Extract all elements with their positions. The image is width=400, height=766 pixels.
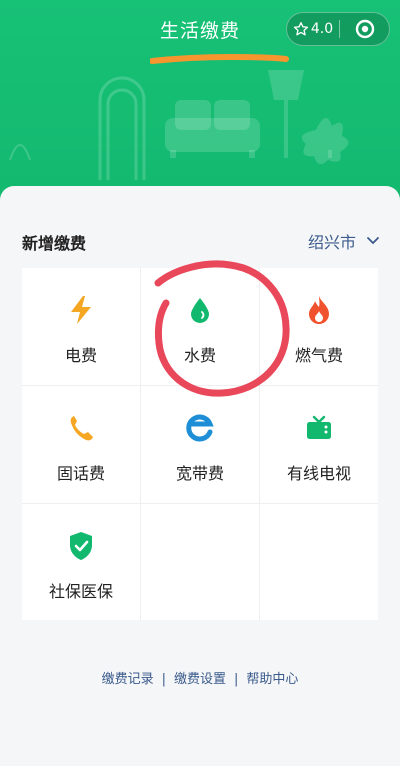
shield-check-icon (66, 531, 96, 561)
footer-link-settings[interactable]: 缴费设置 (174, 672, 226, 687)
living-room-illustration (9, 70, 349, 180)
rating-value: 4.0 (310, 21, 334, 37)
service-landline[interactable]: 固话费 (22, 386, 140, 503)
footer-links: 缴费记录 | 缴费设置 | 帮助中心 (0, 668, 400, 687)
red-circle-annotation (154, 260, 290, 397)
footer-separator: | (234, 672, 239, 687)
city-label: 绍兴市 (307, 233, 356, 252)
close-miniprogram-button[interactable] (340, 13, 389, 45)
service-social-security[interactable]: 社保医保 (22, 504, 140, 621)
rating-button[interactable]: 4.0 (287, 13, 339, 45)
section-title: 新增缴费 (22, 234, 87, 253)
star-icon (293, 22, 308, 36)
footer-link-records[interactable]: 缴费记录 (102, 672, 154, 687)
service-label: 燃气费 (294, 346, 343, 365)
service-electricity[interactable]: 电费 (22, 268, 140, 385)
lightning-icon (66, 295, 96, 325)
service-label: 固话费 (56, 464, 105, 483)
footer-link-help[interactable]: 帮助中心 (246, 672, 298, 687)
header-banner: 生活缴费 4.0 (0, 0, 400, 210)
ie-icon (185, 413, 215, 443)
service-broadband[interactable]: 宽带费 (141, 386, 259, 503)
target-icon (355, 19, 374, 39)
service-label: 宽带费 (175, 464, 224, 483)
service-cable-tv[interactable]: 有线电视 (260, 386, 378, 503)
service-label: 社保医保 (48, 582, 113, 601)
footer-separator: | (161, 672, 166, 687)
phone-icon (66, 413, 96, 443)
service-label: 电费 (64, 346, 97, 365)
city-selector[interactable]: 绍兴市 (308, 229, 380, 253)
mini-program-capsule: 4.0 (286, 12, 390, 46)
flame-icon (304, 295, 334, 325)
orange-underline-annotation (150, 54, 289, 64)
tv-icon (304, 413, 334, 443)
chevron-down-icon (367, 237, 379, 245)
service-label: 有线电视 (286, 464, 351, 483)
